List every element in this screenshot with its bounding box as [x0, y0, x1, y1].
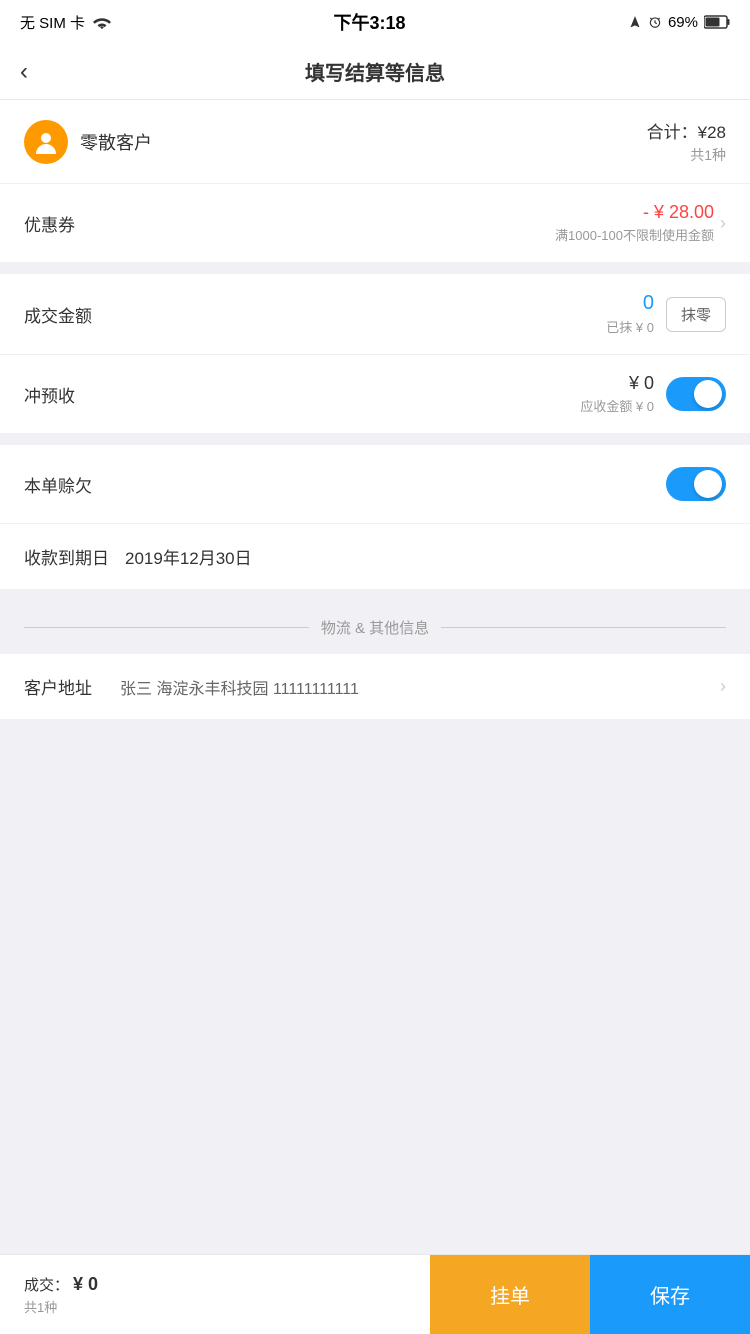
customer-name: 零散客户	[80, 129, 152, 155]
save-button[interactable]: 保存	[590, 1255, 750, 1334]
divider-line-left	[24, 627, 309, 628]
bottom-amount: ¥ 0	[73, 1274, 98, 1295]
credit-row: 本单赊欠	[0, 445, 750, 523]
customer-left: 零散客户	[24, 120, 152, 164]
coupon-desc: 满1000-100不限制使用金额	[555, 225, 714, 244]
address-label: 客户地址	[24, 674, 104, 699]
address-row[interactable]: 客户地址 张三 海淀永丰科技园 11111111111 ›	[0, 654, 750, 719]
bottom-summary: 成交： ¥ 0 共1种	[0, 1274, 430, 1316]
prepay-amount: ¥ 0	[580, 373, 654, 394]
bottom-spacer	[0, 719, 750, 819]
credit-section: 本单赊欠 收款到期日 2019年12月30日	[0, 445, 750, 589]
prepay-sub-text: 应收金额 ¥ 0	[580, 396, 654, 415]
status-time: 下午3:18	[333, 9, 405, 35]
transaction-amount-row: 成交金额 已抹 ¥ 0 抹零	[0, 274, 750, 355]
customer-avatar	[24, 120, 68, 164]
page-title: 填写结算等信息	[305, 57, 445, 86]
total-count: 共1种	[647, 145, 726, 165]
customer-right: 合计：¥28 共1种	[647, 118, 726, 165]
wifi-icon	[93, 15, 111, 29]
customer-row: 零散客户 合计：¥28 共1种	[0, 100, 750, 183]
coupon-label: 优惠券	[24, 211, 75, 236]
logistics-label: 物流 & 其他信息	[321, 617, 429, 638]
customer-icon	[32, 128, 60, 156]
back-button[interactable]: ‹	[20, 58, 28, 86]
status-right: 69%	[628, 14, 730, 31]
prepay-right: ¥ 0 应收金额 ¥ 0	[580, 373, 654, 415]
address-chevron-icon: ›	[720, 676, 726, 697]
status-left: 无 SIM 卡	[20, 12, 111, 33]
transaction-value-area: 已抹 ¥ 0 抹零	[389, 292, 726, 336]
location-icon	[628, 15, 642, 29]
total-amount: 合计：¥28	[647, 118, 726, 143]
alarm-icon	[648, 15, 662, 29]
transaction-amount-input[interactable]	[389, 292, 654, 315]
prepay-label: 冲预收	[24, 382, 104, 407]
bottom-summary-label: 成交：	[24, 1274, 69, 1295]
battery-icon	[704, 15, 730, 29]
credit-toggle[interactable]	[666, 467, 726, 501]
date-label: 收款到期日	[24, 544, 109, 569]
transaction-section: 成交金额 已抹 ¥ 0 抹零 冲预收 ¥ 0 应收金额 ¥ 0	[0, 274, 750, 433]
customer-card: 零散客户 合计：¥28 共1种 优惠券 - ¥ 28.00 满1000-100不…	[0, 100, 750, 262]
transaction-label: 成交金额	[24, 302, 104, 327]
main-content: 零散客户 合计：¥28 共1种 优惠券 - ¥ 28.00 满1000-100不…	[0, 100, 750, 819]
transaction-sub-text: 已抹 ¥ 0	[389, 317, 654, 336]
status-bar: 无 SIM 卡 下午3:18 69%	[0, 0, 750, 44]
prepay-value-area: ¥ 0 应收金额 ¥ 0	[580, 373, 726, 415]
coupon-info: - ¥ 28.00 满1000-100不限制使用金额	[555, 202, 714, 244]
address-value: 张三 海淀永丰科技园 11111111111	[120, 675, 720, 699]
bottom-count: 共1种	[24, 1297, 406, 1316]
coupon-row[interactable]: 优惠券 - ¥ 28.00 满1000-100不限制使用金额 ›	[0, 183, 750, 262]
nav-bar: ‹ 填写结算等信息	[0, 44, 750, 100]
hold-button[interactable]: 挂单	[430, 1255, 590, 1334]
coupon-right: - ¥ 28.00 满1000-100不限制使用金额 ›	[555, 202, 726, 244]
date-value: 2019年12月30日	[125, 544, 252, 569]
coupon-chevron-icon: ›	[720, 213, 726, 234]
divider-line-right	[441, 627, 726, 628]
round-zero-button[interactable]: 抹零	[666, 297, 726, 332]
bottom-bar: 成交： ¥ 0 共1种 挂单 保存	[0, 1254, 750, 1334]
prepay-toggle[interactable]	[666, 377, 726, 411]
date-row: 收款到期日 2019年12月30日	[0, 523, 750, 589]
credit-label: 本单赊欠	[24, 472, 92, 497]
coupon-discount: - ¥ 28.00	[555, 202, 714, 223]
battery-text: 69%	[668, 14, 698, 31]
prepay-row: 冲预收 ¥ 0 应收金额 ¥ 0	[0, 355, 750, 433]
no-sim-text: 无 SIM 卡	[20, 12, 85, 33]
logistics-divider: 物流 & 其他信息	[0, 601, 750, 654]
